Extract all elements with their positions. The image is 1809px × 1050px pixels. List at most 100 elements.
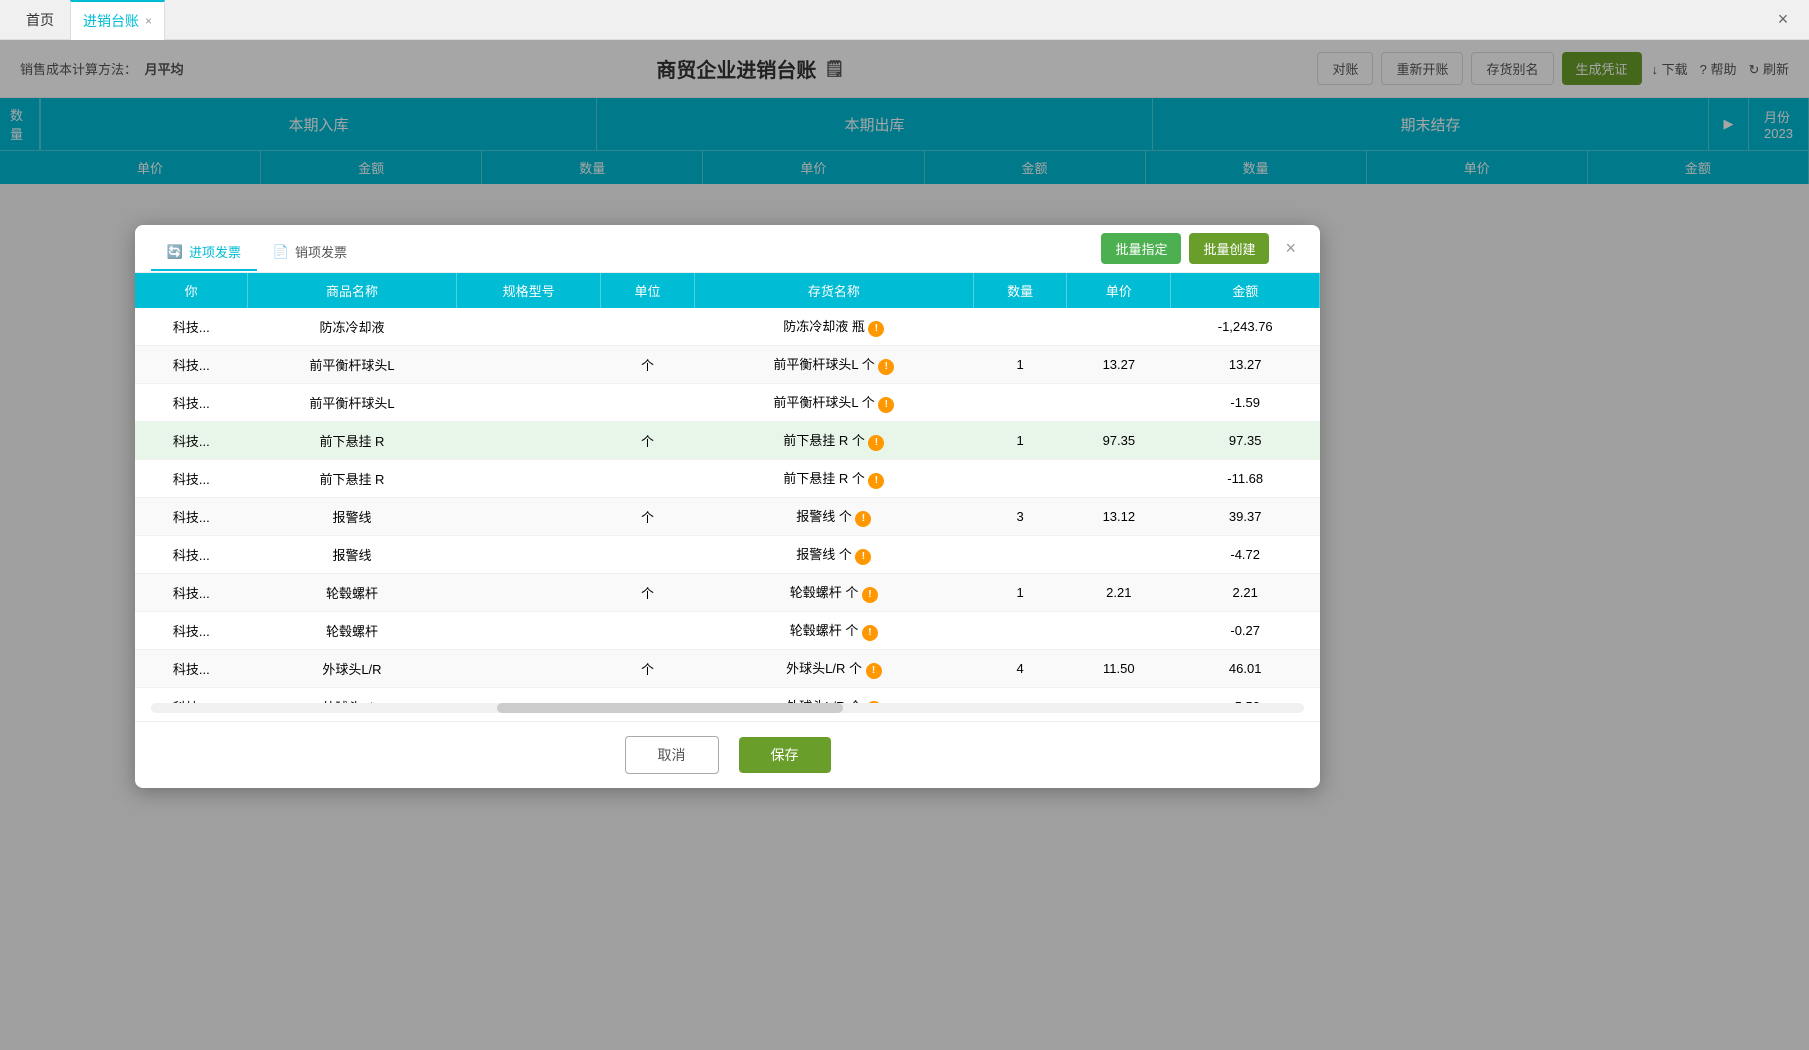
td-col5: 轮毂螺杆 个 !: [694, 612, 973, 650]
tab-incoming-invoice[interactable]: 🔄 进项发票: [151, 234, 257, 271]
window-close-button[interactable]: ×: [1767, 4, 1799, 36]
td-col1: 科技...: [135, 650, 248, 688]
scrollbar-thumb[interactable]: [497, 703, 843, 713]
td-col4: 个: [601, 346, 694, 384]
td-col6: [974, 308, 1067, 346]
td-col1: 科技...: [135, 346, 248, 384]
td-col6: [974, 384, 1067, 422]
td-col5: 报警线 个 !: [694, 498, 973, 536]
tab-close-icon[interactable]: ×: [145, 14, 152, 28]
warning-icon: !: [866, 663, 882, 679]
td-col7: 11.50: [1067, 650, 1171, 688]
td-col3: [456, 422, 601, 460]
warning-icon: !: [866, 701, 882, 703]
warning-icon: !: [862, 625, 878, 641]
modal-close-button[interactable]: ×: [1277, 234, 1304, 263]
td-col7: 97.35: [1067, 422, 1171, 460]
batch-create-button[interactable]: 批量创建: [1189, 233, 1269, 264]
modal-dialog: 🔄 进项发票 📄 销项发票 批量指定 批量创建 × 你 商: [135, 225, 1320, 788]
td-col3: [456, 536, 601, 574]
td-col6: [974, 536, 1067, 574]
td-col3: [456, 688, 601, 704]
td-col4: 个: [601, 650, 694, 688]
td-col4: [601, 308, 694, 346]
td-col3: [456, 650, 601, 688]
td-col2: 轮毂螺杆: [248, 574, 457, 612]
cancel-button[interactable]: 取消: [625, 736, 719, 774]
td-col8: -1,243.76: [1171, 308, 1320, 346]
td-col4: 个: [601, 498, 694, 536]
td-col2: 报警线: [248, 536, 457, 574]
td-col2: 前平衡杆球头L: [248, 346, 457, 384]
td-col8: 2.21: [1171, 574, 1320, 612]
td-col3: [456, 574, 601, 612]
td-col2: 前平衡杆球头L: [248, 384, 457, 422]
horizontal-scrollbar[interactable]: [151, 703, 1304, 713]
td-col8: 39.37: [1171, 498, 1320, 536]
td-col8: 13.27: [1171, 346, 1320, 384]
td-col5: 外球头L/R 个 !: [694, 650, 973, 688]
td-col3: [456, 346, 601, 384]
warning-icon: !: [878, 397, 894, 413]
td-col2: 前下悬挂 R: [248, 422, 457, 460]
modal-tabs: 🔄 进项发票 📄 销项发票: [151, 234, 363, 271]
save-button[interactable]: 保存: [739, 737, 831, 773]
tab-home[interactable]: 首页: [10, 0, 70, 40]
td-col8: 97.35: [1171, 422, 1320, 460]
table-header-row: 你 商品名称 规格型号 单位 存货名称 数量 单价 金额: [135, 273, 1320, 308]
td-col3: [456, 308, 601, 346]
modal-footer: 取消 保存: [135, 721, 1320, 788]
table-row: 科技... 前平衡杆球头L 个 前平衡杆球头L 个 ! 1 13.27 13.2…: [135, 346, 1320, 384]
tab-active-label: 进销台账: [83, 11, 139, 31]
td-col8: 46.01: [1171, 650, 1320, 688]
modal-table-wrap[interactable]: 你 商品名称 规格型号 单位 存货名称 数量 单价 金额 科技... 防冻冷却液…: [135, 273, 1320, 703]
td-col7: [1067, 688, 1171, 704]
td-col1: 科技...: [135, 308, 248, 346]
td-col3: [456, 460, 601, 498]
td-col2: 前下悬挂 R: [248, 460, 457, 498]
th-col6: 数量: [974, 273, 1067, 308]
table-row: 科技... 前平衡杆球头L 前平衡杆球头L 个 ! -1.59: [135, 384, 1320, 422]
warning-icon: !: [868, 473, 884, 489]
warning-icon: !: [868, 321, 884, 337]
tab-active[interactable]: 进销台账 ×: [70, 0, 165, 40]
td-col1: 科技...: [135, 422, 248, 460]
outgoing-invoice-icon: 📄: [273, 244, 289, 260]
td-col5: 前平衡杆球头L 个 !: [694, 384, 973, 422]
td-col6: [974, 460, 1067, 498]
incoming-invoice-label: 进项发票: [189, 242, 241, 261]
table-row: 科技... 报警线 报警线 个 ! -4.72: [135, 536, 1320, 574]
incoming-invoice-icon: 🔄: [167, 244, 183, 260]
th-col5: 存货名称: [694, 273, 973, 308]
table-row: 科技... 轮毂螺杆 轮毂螺杆 个 ! -0.27: [135, 612, 1320, 650]
td-col6: 1: [974, 422, 1067, 460]
td-col3: [456, 498, 601, 536]
td-col8: -5.52: [1171, 688, 1320, 704]
td-col1: 科技...: [135, 574, 248, 612]
td-col1: 科技...: [135, 460, 248, 498]
td-col4: [601, 688, 694, 704]
td-col6: 1: [974, 346, 1067, 384]
td-col1: 科技...: [135, 384, 248, 422]
table-row: 科技... 外球头L/R 个 外球头L/R 个 ! 4 11.50 46.01: [135, 650, 1320, 688]
table-row: 科技... 外球头L/R 外球头L/R 个 ! -5.52: [135, 688, 1320, 704]
td-col8: -1.59: [1171, 384, 1320, 422]
th-col7: 单价: [1067, 273, 1171, 308]
td-col8: -4.72: [1171, 536, 1320, 574]
td-col4: [601, 460, 694, 498]
th-col8: 金额: [1171, 273, 1320, 308]
td-col4: 个: [601, 422, 694, 460]
main-area: 销售成本计算方法： 月平均 商贸企业进销台账 🗒 对账 重新开账 存货别名 生成…: [0, 40, 1809, 1050]
tab-outgoing-invoice[interactable]: 📄 销项发票: [257, 234, 363, 271]
td-col2: 外球头L/R: [248, 650, 457, 688]
td-col2: 报警线: [248, 498, 457, 536]
td-col1: 科技...: [135, 688, 248, 704]
td-col6: [974, 612, 1067, 650]
th-col1: 你: [135, 273, 248, 308]
batch-assign-button[interactable]: 批量指定: [1101, 233, 1181, 264]
td-col5: 前下悬挂 R 个 !: [694, 460, 973, 498]
td-col7: [1067, 536, 1171, 574]
td-col8: -11.68: [1171, 460, 1320, 498]
warning-icon: !: [868, 435, 884, 451]
th-col4: 单位: [601, 273, 694, 308]
